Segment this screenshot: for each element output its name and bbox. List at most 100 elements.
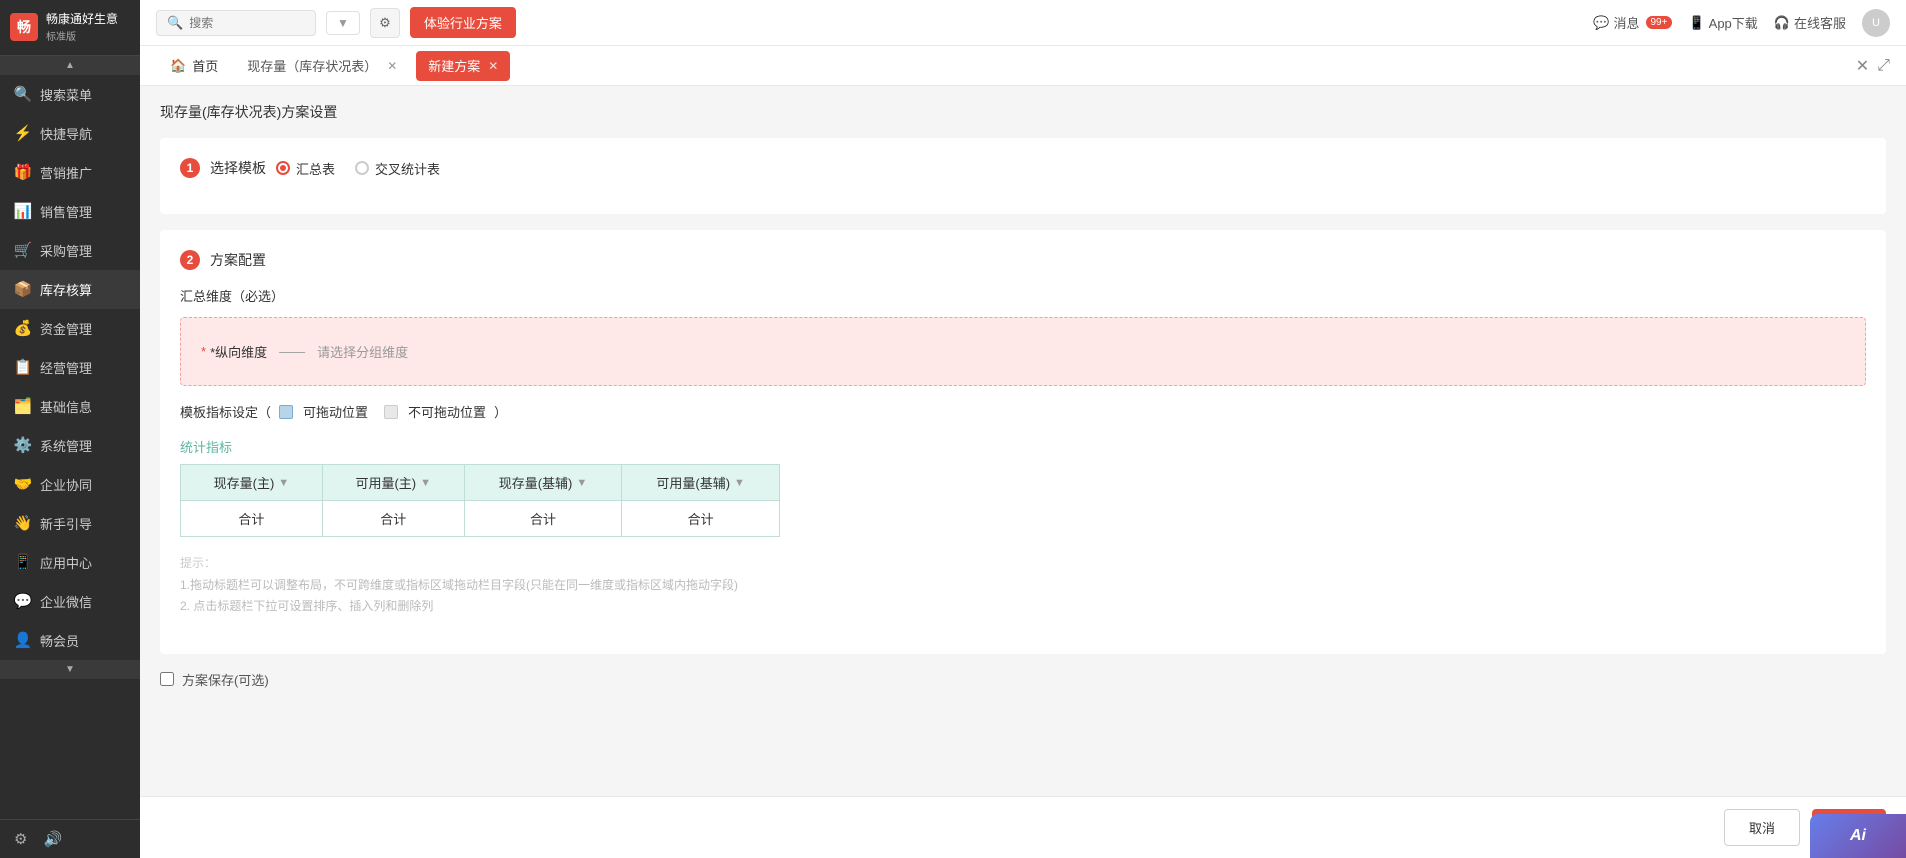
customer-service-btn[interactable]: 🎧 在线客服 [1774, 13, 1846, 32]
sidebar-nav: ▲ 🔍 搜索菜单 ⚡ 快捷导航 🎁 营销推广 📊 销售管理 🛒 采购管理 [0, 56, 140, 819]
save-checkbox[interactable] [160, 672, 174, 686]
wechat-icon: 💬 [14, 592, 32, 610]
app-center-icon: 📱 [14, 553, 32, 571]
ai-label: Ai [1850, 827, 1866, 845]
message-label: 消息 [1613, 13, 1639, 32]
col-label-0: 现存量(主) [214, 473, 275, 492]
col-header-2[interactable]: 现存量(基辅) ▼ [464, 465, 622, 501]
col-chevron-3: ▼ [734, 477, 745, 489]
gear-icon: ⚙ [379, 15, 391, 31]
sidebar-item-marketing[interactable]: 🎁 营销推广 [0, 153, 140, 192]
tab-home[interactable]: 🏠 首页 [156, 46, 233, 85]
trial-btn[interactable]: 体验行业方案 [410, 7, 516, 38]
step1-header: 1 选择模板 汇总表 交叉统计表 [180, 158, 1866, 178]
home-icon: 🏠 [170, 58, 186, 74]
sidebar-item-system[interactable]: ⚙️ 系统管理 [0, 426, 140, 465]
app-name: 畅康通好生意 [46, 12, 118, 28]
col-header-0[interactable]: 现存量(主) ▼ [181, 465, 323, 501]
sidebar-item-purchase[interactable]: 🛒 采购管理 [0, 231, 140, 270]
newbie-icon: 👋 [14, 514, 32, 532]
col-dropdown-0[interactable]: 现存量(主) ▼ [214, 473, 290, 492]
step2-card: 2 方案配置 汇总维度（必选） * *纵向维度 —— 请选择分组维度 模板指标设… [160, 230, 1886, 654]
stats-title: 统计指标 [180, 437, 1866, 456]
col-chevron-0: ▼ [278, 477, 289, 489]
search-box[interactable]: 🔍 [156, 10, 316, 36]
radio-summary[interactable]: 汇总表 [276, 159, 335, 178]
col-header-3[interactable]: 可用量(基辅) ▼ [622, 465, 780, 501]
purchase-icon: 🛒 [14, 241, 32, 259]
marketing-icon: 🎁 [14, 163, 32, 181]
col-dropdown-1[interactable]: 可用量(主) ▼ [355, 473, 431, 492]
radio-summary-circle [276, 161, 290, 175]
radio-cross-circle [355, 161, 369, 175]
step1-badge: 1 [180, 158, 200, 178]
tabs-bar: 🏠 首页 现存量（库存状况表） ✕ 新建方案 ✕ ✕ ⤢ [140, 46, 1906, 86]
enterprise-icon: 🤝 [14, 475, 32, 493]
col-label-1: 可用量(主) [355, 473, 416, 492]
col-label-3: 可用量(基辅) [656, 473, 730, 492]
draggable-badge [279, 405, 293, 419]
topbar: 🔍 ▼ ⚙ 体验行业方案 💬 消息 99+ 📱 App下载 🎧 [140, 0, 1906, 46]
fixed-badge [384, 405, 398, 419]
tab-new-scheme[interactable]: 新建方案 ✕ [416, 51, 510, 81]
sidebar-item-enterprise[interactable]: 🤝 企业协同 [0, 465, 140, 504]
tab-expand-icon[interactable]: ⤢ [1877, 57, 1890, 75]
dimension-placeholder: 请选择分组维度 [317, 342, 408, 361]
dropdown-btn[interactable]: ▼ [326, 11, 360, 35]
tab-close-all-icon[interactable]: ✕ [1856, 56, 1869, 76]
sidebar-item-search-menu[interactable]: 🔍 搜索菜单 [0, 75, 140, 114]
sidebar: 畅 畅康通好生意 标准版 ▲ 🔍 搜索菜单 ⚡ 快捷导航 🎁 营销推广 [0, 0, 140, 858]
cancel-button[interactable]: 取消 [1724, 809, 1800, 846]
step2-header: 2 方案配置 [180, 250, 1866, 270]
settings-bottom-icon[interactable]: ⚙ [14, 830, 27, 848]
col-header-1[interactable]: 可用量(主) ▼ [322, 465, 464, 501]
main-area: 🔍 ▼ ⚙ 体验行业方案 💬 消息 99+ 📱 App下载 🎧 [140, 0, 1906, 858]
save-option: 方案保存(可选) [160, 670, 1886, 689]
sidebar-item-finance[interactable]: 💰 资金管理 [0, 309, 140, 348]
sidebar-item-operations[interactable]: 📋 经营管理 [0, 348, 140, 387]
gear-btn[interactable]: ⚙ [370, 8, 400, 38]
sidebar-item-sales[interactable]: 📊 销售管理 [0, 192, 140, 231]
customer-service-icon: 🎧 [1774, 15, 1790, 31]
tabs-right-actions: ✕ ⤢ [1856, 56, 1890, 76]
dropdown-label: ▼ [337, 16, 349, 30]
cell-2: 合计 [464, 501, 622, 537]
step2-title: 方案配置 [210, 250, 266, 270]
content-area: 现存量(库存状况表)方案设置 1 选择模板 汇总表 交叉统计表 [140, 86, 1906, 796]
stats-section: 统计指标 现存量(主) ▼ 可用量 [180, 437, 1866, 537]
sidebar-item-basic-info[interactable]: 🗂️ 基础信息 [0, 387, 140, 426]
radio-cross-label: 交叉统计表 [375, 159, 440, 178]
tab-inventory-status[interactable]: 现存量（库存状况表） ✕ [233, 46, 412, 85]
app-download-btn[interactable]: 📱 App下载 [1688, 13, 1757, 32]
ai-float-button[interactable]: Ai [1810, 814, 1906, 858]
message-btn[interactable]: 💬 消息 99+ [1593, 13, 1672, 32]
audio-bottom-icon[interactable]: 🔊 [43, 830, 62, 848]
dimension-box[interactable]: * *纵向维度 —— 请选择分组维度 [180, 317, 1866, 386]
col-dropdown-3[interactable]: 可用量(基辅) ▼ [656, 473, 745, 492]
dimension-dash: —— [279, 344, 305, 359]
system-icon: ⚙️ [14, 436, 32, 454]
sidebar-item-wechat[interactable]: 💬 企业微信 [0, 582, 140, 621]
finance-icon: 💰 [14, 319, 32, 337]
search-input[interactable] [189, 16, 289, 30]
user-avatar[interactable]: U [1862, 9, 1890, 37]
scroll-down-btn[interactable]: ▼ [0, 660, 140, 679]
sidebar-item-inventory[interactable]: 📦 库存核算 [0, 270, 140, 309]
required-mark: * [201, 344, 206, 359]
radio-summary-dot [280, 165, 286, 171]
radio-cross[interactable]: 交叉统计表 [355, 159, 440, 178]
tab-new-close[interactable]: ✕ [488, 59, 498, 73]
sidebar-item-app-center[interactable]: 📱 应用中心 [0, 543, 140, 582]
sidebar-item-newbie[interactable]: 👋 新手引导 [0, 504, 140, 543]
draggable-label: 可拖动位置 [303, 402, 368, 421]
step2-badge: 2 [180, 250, 200, 270]
sidebar-item-quick-nav[interactable]: ⚡ 快捷导航 [0, 114, 140, 153]
search-menu-icon: 🔍 [14, 85, 32, 103]
message-icon: 💬 [1593, 15, 1609, 31]
sidebar-item-member[interactable]: 👤 畅会员 [0, 621, 140, 660]
col-dropdown-2[interactable]: 现存量(基辅) ▼ [499, 473, 588, 492]
quick-nav-icon: ⚡ [14, 124, 32, 142]
scroll-up-btn[interactable]: ▲ [0, 56, 140, 75]
tab-inventory-label: 现存量（库存状况表） [247, 56, 377, 75]
tab-inventory-close[interactable]: ✕ [387, 59, 397, 73]
